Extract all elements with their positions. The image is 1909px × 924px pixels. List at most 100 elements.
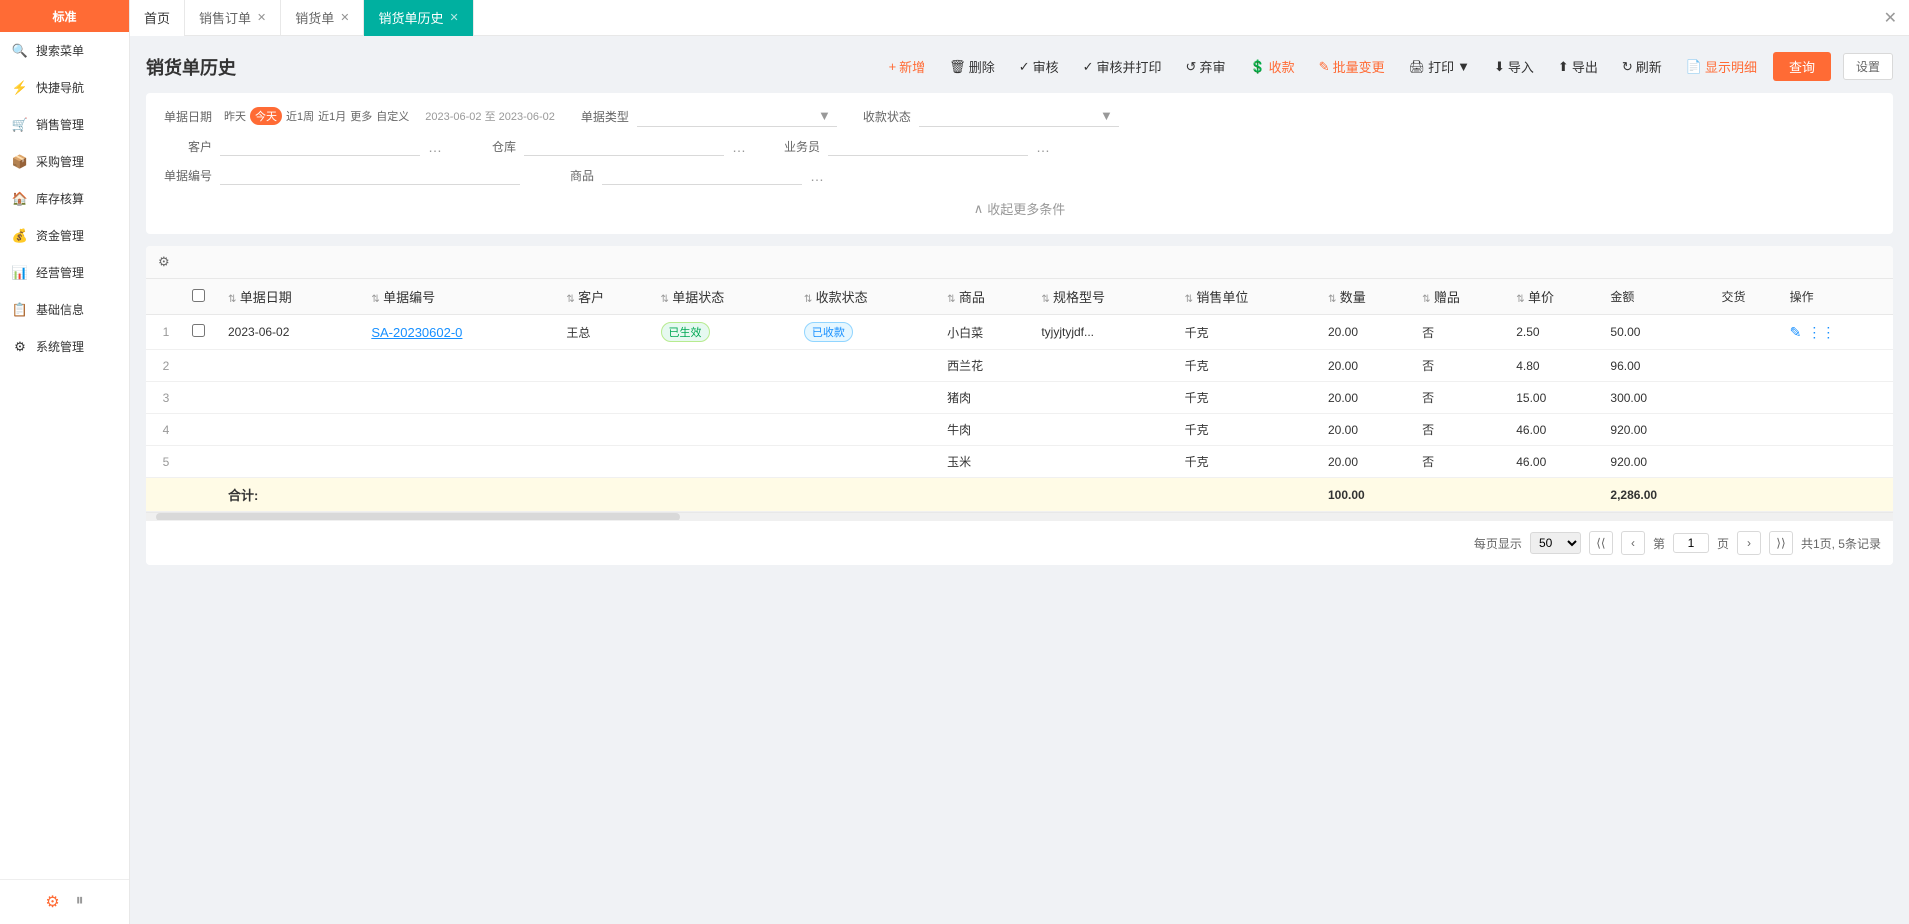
tab-sales-goods[interactable]: 销货单 ✕ [281, 0, 364, 36]
col-doc-no[interactable]: ⇅ 单据编号 [365, 279, 560, 315]
abandon-button[interactable]: ↺ 弃审 [1178, 53, 1234, 80]
row-select-checkbox[interactable] [192, 324, 205, 337]
date-label: 单据日期 [162, 108, 212, 125]
close-all-button[interactable]: ✕ [1872, 8, 1909, 28]
staff-input[interactable] [828, 137, 1028, 156]
print-button[interactable]: 🖨 打印 ▼ [1401, 53, 1478, 80]
query-button[interactable]: 查询 [1773, 52, 1831, 81]
select-all-checkbox[interactable] [192, 289, 205, 302]
sidebar-label-inventory: 库存核算 [36, 190, 84, 207]
sidebar-settings-icon[interactable]: ⚙ [45, 892, 59, 912]
row-payment-status [798, 350, 941, 382]
col-goods[interactable]: ⇅ 商品 [941, 279, 1035, 315]
doc-no-input[interactable] [220, 166, 520, 185]
col-date[interactable]: ⇅ 单据日期 [222, 279, 365, 315]
sidebar-item-search-menu[interactable]: 🔍 搜索菜单 [0, 32, 129, 69]
prev-page-button[interactable]: ‹ [1621, 531, 1645, 555]
horizontal-scrollbar[interactable] [146, 512, 1893, 520]
collapse-button[interactable]: ∧ 收起更多条件 [974, 199, 1066, 218]
row-price: 46.00 [1510, 446, 1604, 478]
finance-icon: 💰 [12, 228, 28, 244]
col-action: 操作 [1784, 279, 1893, 315]
col-qty[interactable]: ⇅ 数量 [1322, 279, 1416, 315]
customer-input[interactable] [220, 137, 420, 156]
sidebar-item-sales[interactable]: 🛒 销售管理 [0, 106, 129, 143]
shortcut-more[interactable]: 更多 [350, 108, 372, 124]
warehouse-input[interactable] [524, 137, 724, 156]
goods-input[interactable] [602, 166, 802, 185]
warehouse-label: 仓库 [466, 138, 516, 155]
row-date [222, 350, 365, 382]
shortcut-yesterday[interactable]: 昨天 [224, 108, 246, 124]
tab-sales-order[interactable]: 销售订单 ✕ [185, 0, 281, 36]
import-button[interactable]: ⬇ 导入 [1486, 53, 1542, 80]
col-spec[interactable]: ⇅ 规格型号 [1035, 279, 1178, 315]
batch-change-button[interactable]: ✎ 批量变更 [1311, 53, 1393, 80]
delete-button[interactable]: 🗑 删除 [941, 53, 1003, 80]
doc-no-link[interactable]: SA-20230602-0 [371, 325, 462, 340]
sidebar-item-basic-info[interactable]: 📋 基础信息 [0, 291, 129, 328]
collect-button[interactable]: 💲 收款 [1241, 53, 1302, 80]
page-size-select[interactable]: 50 100 200 [1530, 532, 1581, 554]
export-button[interactable]: ⬆ 导出 [1550, 53, 1606, 80]
shortcut-custom[interactable]: 自定义 [376, 108, 409, 124]
first-page-button[interactable]: ⟨⟨ [1589, 531, 1613, 555]
tab-sales-history[interactable]: 销货单历史 ✕ [364, 0, 473, 36]
quick-nav-icon: ⚡ [12, 80, 28, 96]
review-print-button[interactable]: ✓ 审核并打印 [1075, 53, 1170, 80]
col-spec-sort-icon: ⇅ [1041, 294, 1049, 305]
goods-search-icon[interactable]: … [810, 168, 824, 184]
col-customer[interactable]: ⇅ 客户 [560, 279, 654, 315]
main-area: 首页 销售订单 ✕ 销货单 ✕ 销货单历史 ✕ ✕ 销货单历史 + 新增 [130, 0, 1909, 924]
row-customer [560, 350, 654, 382]
col-num [146, 279, 186, 315]
shortcut-last1m[interactable]: 近1月 [318, 108, 346, 124]
more-icon[interactable]: ⋮⋮ [1807, 324, 1835, 341]
payment-status-select[interactable]: ▼ [919, 105, 1119, 127]
data-table: ⇅ 单据日期 ⇅ 单据编号 ⇅ 客户 ⇅ 单据状 [146, 279, 1893, 512]
row-doc-status [655, 446, 798, 478]
doc-type-select[interactable]: ▼ [637, 105, 837, 127]
row-goods: 牛肉 [941, 414, 1035, 446]
sidebar-item-system[interactable]: ⚙ 系统管理 [0, 328, 129, 365]
new-button[interactable]: + 新增 [881, 53, 934, 80]
show-detail-button[interactable]: 📄 显示明细 [1678, 53, 1765, 80]
current-page-input[interactable] [1673, 533, 1709, 553]
tab-home[interactable]: 首页 [130, 0, 185, 36]
warehouse-search-icon[interactable]: … [732, 139, 746, 155]
next-page-button[interactable]: › [1737, 531, 1761, 555]
refresh-button[interactable]: ↻ 刷新 [1614, 53, 1670, 80]
row-doc-no [365, 414, 560, 446]
last-page-button[interactable]: ⟩⟩ [1769, 531, 1793, 555]
staff-search-icon[interactable]: … [1036, 139, 1050, 155]
sidebar-item-quick-nav[interactable]: ⚡ 快捷导航 [0, 69, 129, 106]
search-menu-icon: 🔍 [12, 43, 28, 59]
sidebar-label-system: 系统管理 [36, 338, 84, 355]
table-settings-icon[interactable]: ⚙ [158, 254, 170, 270]
shortcut-last7[interactable]: 近1周 [286, 108, 314, 124]
tab-sales-history-close[interactable]: ✕ [450, 11, 459, 24]
sidebar-item-finance[interactable]: 💰 资金管理 [0, 217, 129, 254]
sidebar-collapse-icon[interactable]: ⏸ [76, 892, 84, 912]
shortcut-today[interactable]: 今天 [250, 107, 282, 125]
filter-doc-type: 单据类型 ▼ [579, 105, 837, 127]
date-shortcuts: 昨天 今天 近1周 近1月 更多 自定义 [224, 107, 409, 125]
edit-icon[interactable]: ✎ [1790, 324, 1802, 341]
sidebar-item-operations[interactable]: 📊 经营管理 [0, 254, 129, 291]
col-doc-status[interactable]: ⇅ 单据状态 [655, 279, 798, 315]
row-amount: 920.00 [1604, 446, 1715, 478]
sidebar-item-inventory[interactable]: 🏠 库存核算 [0, 180, 129, 217]
show-detail-label: 显示明细 [1705, 57, 1757, 76]
sidebar-item-purchase[interactable]: 📦 采购管理 [0, 143, 129, 180]
col-unit[interactable]: ⇅ 销售单位 [1179, 279, 1322, 315]
col-gift[interactable]: ⇅ 赠品 [1416, 279, 1510, 315]
tab-sales-order-close[interactable]: ✕ [257, 11, 266, 24]
pagination: 每页显示 50 100 200 ⟨⟨ ‹ 第 页 › ⟩⟩ 共1页, 5条记录 [146, 520, 1893, 565]
setting-button[interactable]: 设置 [1843, 53, 1893, 80]
goods-label: 商品 [544, 167, 594, 184]
customer-search-icon[interactable]: … [428, 139, 442, 155]
review-button[interactable]: ✓ 审核 [1011, 53, 1067, 80]
col-payment-status[interactable]: ⇅ 收款状态 [798, 279, 941, 315]
tab-sales-goods-close[interactable]: ✕ [340, 11, 349, 24]
col-price[interactable]: ⇅ 单价 [1510, 279, 1604, 315]
